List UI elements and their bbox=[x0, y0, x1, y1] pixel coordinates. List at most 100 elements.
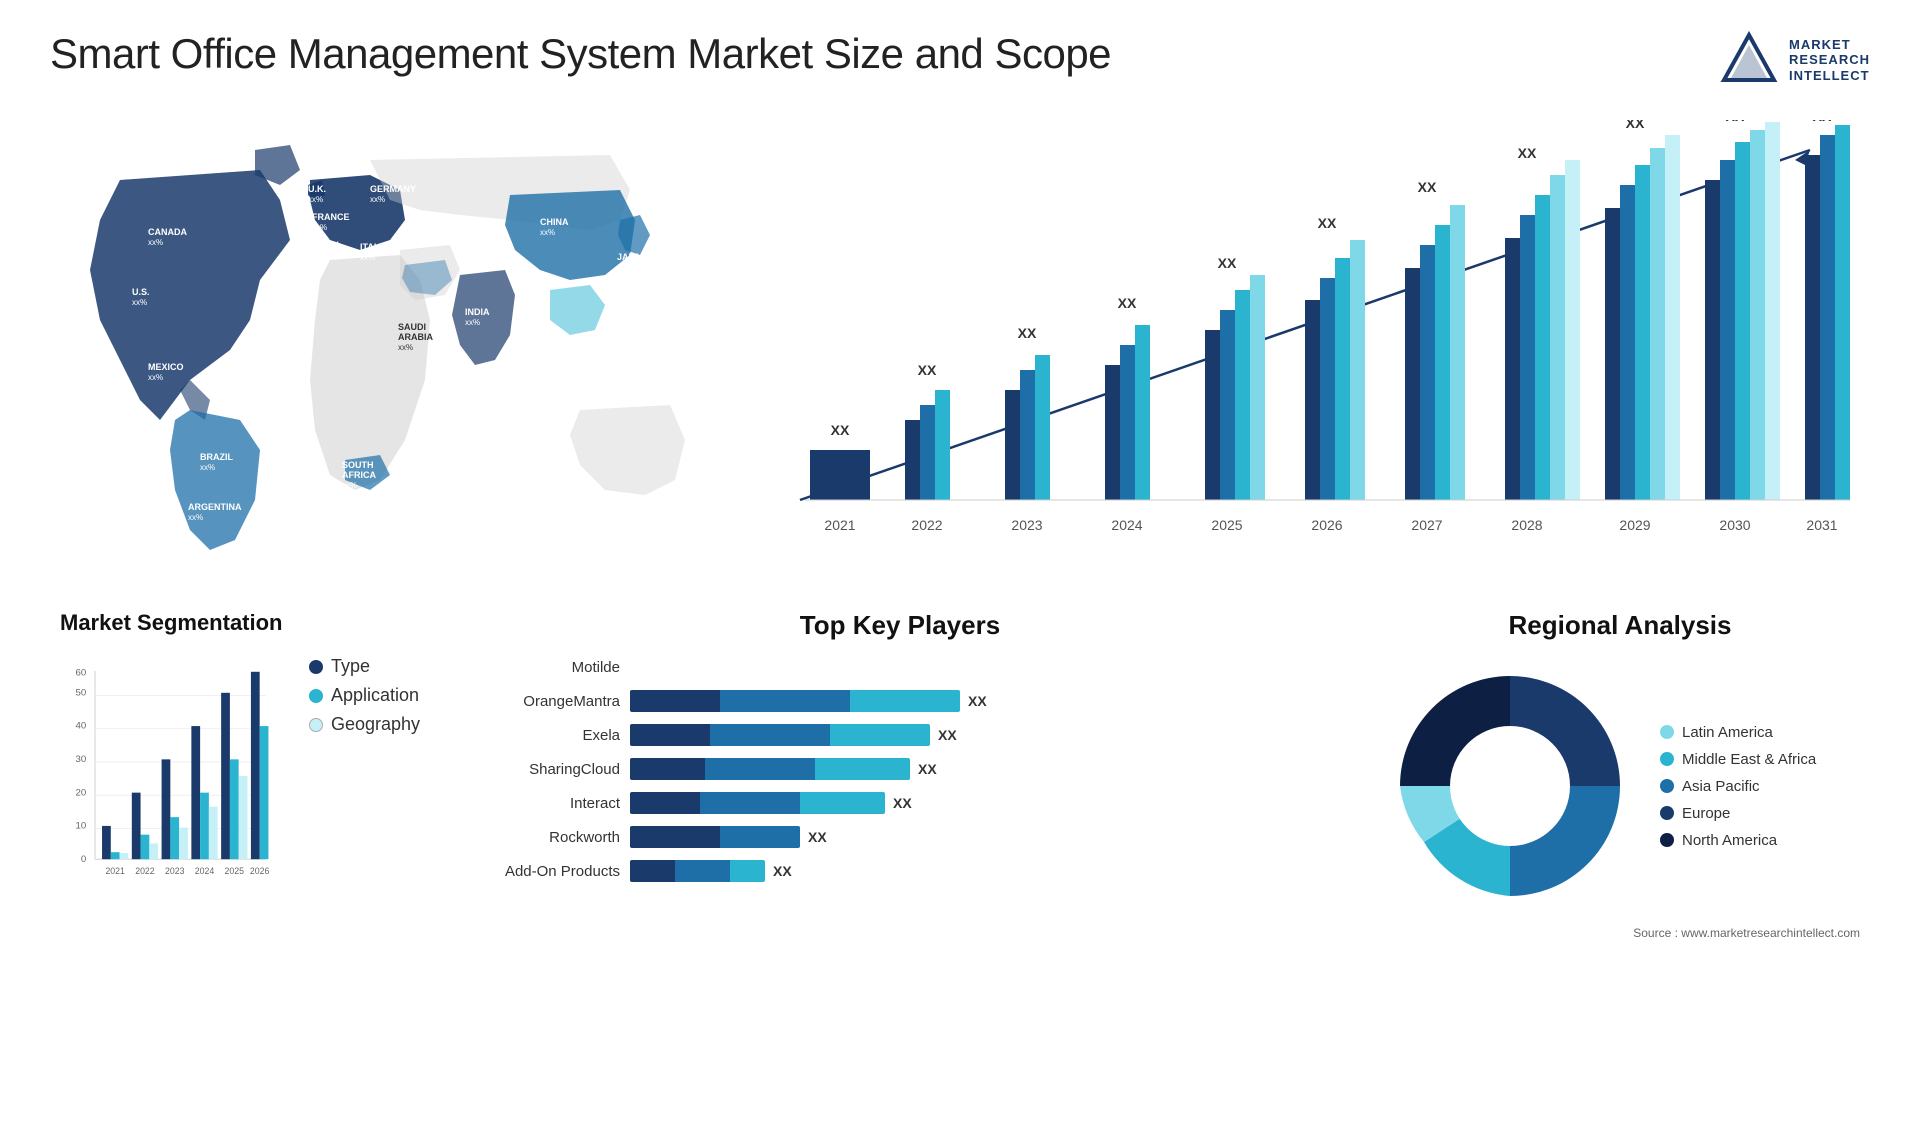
italy-label: ITALY bbox=[360, 242, 385, 252]
regional-section: Regional Analysis bbox=[1370, 600, 1870, 1136]
svg-text:AFRICA: AFRICA bbox=[342, 470, 376, 480]
logo-line3: INTELLECT bbox=[1789, 68, 1870, 84]
players-section: Top Key Players Motilde OrangeMantra bbox=[450, 600, 1350, 1136]
addon-value: XX bbox=[773, 863, 792, 879]
svg-text:2029: 2029 bbox=[1619, 517, 1650, 533]
main-grid: CANADA xx% U.S. xx% MEXICO xx% BRAZIL xx… bbox=[50, 110, 1870, 1136]
svg-text:XX: XX bbox=[1018, 325, 1037, 341]
legend-asia-pacific: Asia Pacific bbox=[1660, 778, 1816, 795]
svg-text:XX: XX bbox=[1218, 255, 1237, 271]
china-label: CHINA bbox=[540, 217, 569, 227]
north-america-label: North America bbox=[1682, 832, 1777, 849]
svg-text:10: 10 bbox=[76, 821, 87, 832]
svg-text:2021: 2021 bbox=[105, 866, 125, 876]
legend-geography: Geography bbox=[309, 714, 420, 735]
interact-value: XX bbox=[893, 795, 912, 811]
logo-text: MARKET RESEARCH INTELLECT bbox=[1789, 37, 1870, 84]
geography-dot bbox=[309, 718, 323, 732]
asia-pacific-label: Asia Pacific bbox=[1682, 778, 1760, 795]
type-dot bbox=[309, 660, 323, 674]
svg-text:XX: XX bbox=[1626, 120, 1645, 131]
svg-text:2030: 2030 bbox=[1719, 517, 1750, 533]
saudi-label: SAUDI bbox=[398, 322, 426, 332]
orangemantra-bar: XX bbox=[630, 690, 1340, 712]
geography-label: Geography bbox=[331, 714, 420, 735]
sharingcloud-bar: XX bbox=[630, 758, 1340, 780]
rockworth-bar: XX bbox=[630, 826, 1340, 848]
canada-label: CANADA bbox=[148, 227, 187, 237]
southafrica-label: SOUTH bbox=[342, 460, 374, 470]
svg-text:xx%: xx% bbox=[312, 251, 327, 260]
mexico-label: MEXICO bbox=[148, 362, 184, 372]
logo-icon bbox=[1719, 30, 1779, 90]
donut-area: Latin America Middle East & Africa Asia … bbox=[1380, 656, 1860, 916]
exela-bar: XX bbox=[630, 724, 1340, 746]
svg-text:2025: 2025 bbox=[225, 866, 245, 876]
svg-text:2021: 2021 bbox=[824, 517, 855, 533]
regional-legend: Latin America Middle East & Africa Asia … bbox=[1660, 724, 1816, 849]
segmentation-legend: Type Application Geography bbox=[309, 656, 420, 735]
svg-text:xx%: xx% bbox=[308, 195, 323, 204]
svg-text:20: 20 bbox=[76, 787, 87, 798]
svg-text:2026: 2026 bbox=[250, 866, 270, 876]
bar-chart-svg: XX 2021 XX 2022 XX 2023 bbox=[750, 120, 1850, 560]
svg-text:XX: XX bbox=[1118, 295, 1137, 311]
middle-east-dot bbox=[1660, 752, 1674, 766]
header: Smart Office Management System Market Si… bbox=[50, 30, 1870, 90]
addon-bar: XX bbox=[630, 860, 1340, 882]
europe-label: Europe bbox=[1682, 805, 1730, 822]
legend-application: Application bbox=[309, 685, 420, 706]
svg-text:XX: XX bbox=[1813, 120, 1832, 124]
svg-text:ARABIA: ARABIA bbox=[398, 332, 433, 342]
north-america-dot bbox=[1660, 833, 1674, 847]
legend-europe: Europe bbox=[1660, 805, 1816, 822]
world-map-svg: CANADA xx% U.S. xx% MEXICO xx% BRAZIL xx… bbox=[60, 120, 720, 560]
svg-text:50: 50 bbox=[76, 687, 87, 698]
players-title: Top Key Players bbox=[460, 610, 1340, 641]
us-label: U.S. bbox=[132, 287, 150, 297]
bar-chart-container: XX 2021 XX 2022 XX 2023 bbox=[750, 120, 1850, 560]
addon-name: Add-On Products bbox=[460, 863, 620, 880]
europe-dot bbox=[1660, 806, 1674, 820]
germany-label: GERMANY bbox=[370, 184, 416, 194]
rockworth-name: Rockworth bbox=[460, 829, 620, 846]
legend-type: Type bbox=[309, 656, 420, 677]
page-title: Smart Office Management System Market Si… bbox=[50, 30, 1111, 78]
svg-text:2026: 2026 bbox=[1311, 517, 1342, 533]
svg-text:xx%: xx% bbox=[342, 481, 357, 490]
svg-text:xx%: xx% bbox=[312, 223, 327, 232]
donut-chart bbox=[1380, 656, 1640, 916]
orangemantra-name: OrangeMantra bbox=[460, 693, 620, 710]
svg-text:xx%: xx% bbox=[148, 373, 163, 382]
svg-text:2024: 2024 bbox=[1111, 517, 1142, 533]
latin-america-label: Latin America bbox=[1682, 724, 1773, 741]
brazil-label: BRAZIL bbox=[200, 452, 233, 462]
svg-text:xx%: xx% bbox=[360, 253, 375, 262]
interact-bar: XX bbox=[630, 792, 1340, 814]
exela-name: Exela bbox=[460, 727, 620, 744]
india-label: INDIA bbox=[465, 307, 490, 317]
player-motilde: Motilde bbox=[460, 656, 1340, 678]
bar-chart-section: XX 2021 XX 2022 XX 2023 bbox=[740, 110, 1870, 590]
regional-title: Regional Analysis bbox=[1380, 610, 1860, 641]
players-list: Motilde OrangeMantra bbox=[460, 656, 1340, 882]
svg-text:2031: 2031 bbox=[1806, 517, 1837, 533]
svg-text:XX: XX bbox=[1318, 215, 1337, 231]
svg-text:0: 0 bbox=[81, 854, 86, 865]
application-dot bbox=[309, 689, 323, 703]
svg-text:xx%: xx% bbox=[200, 463, 215, 472]
svg-text:XX: XX bbox=[1418, 179, 1437, 195]
svg-text:XX: XX bbox=[1726, 120, 1745, 124]
svg-text:2022: 2022 bbox=[135, 866, 155, 876]
application-label: Application bbox=[331, 685, 419, 706]
svg-text:2023: 2023 bbox=[165, 866, 185, 876]
map-svg-container: CANADA xx% U.S. xx% MEXICO xx% BRAZIL xx… bbox=[60, 120, 720, 560]
middle-east-label: Middle East & Africa bbox=[1682, 751, 1816, 768]
svg-text:xx%: xx% bbox=[188, 513, 203, 522]
svg-text:2025: 2025 bbox=[1211, 517, 1242, 533]
segmentation-title: Market Segmentation bbox=[60, 610, 420, 636]
motilde-name: Motilde bbox=[460, 659, 620, 676]
rockworth-value: XX bbox=[808, 829, 827, 845]
svg-text:2022: 2022 bbox=[911, 517, 942, 533]
legend-north-america: North America bbox=[1660, 832, 1816, 849]
